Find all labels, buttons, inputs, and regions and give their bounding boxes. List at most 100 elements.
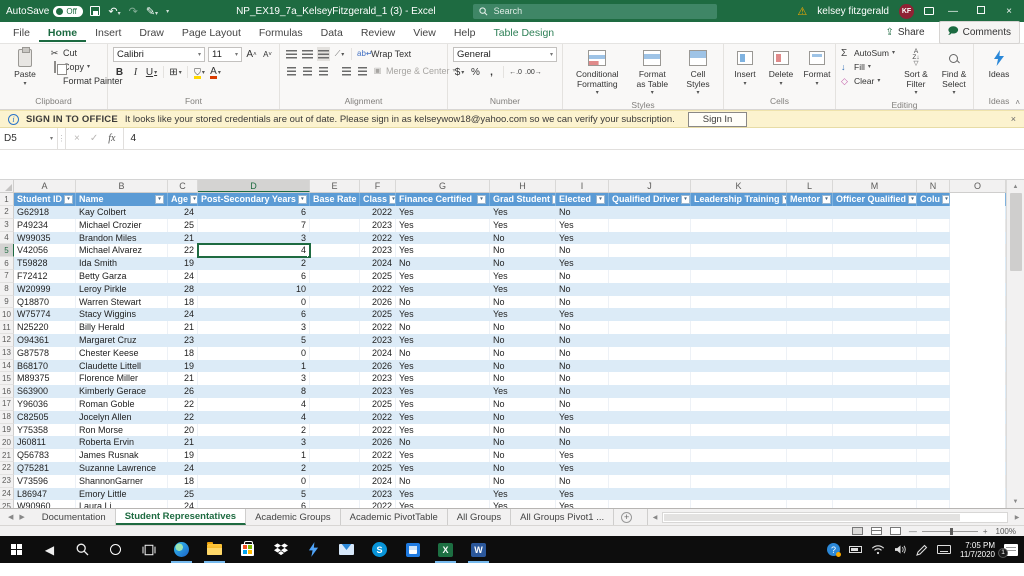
- cell[interactable]: 10: [198, 283, 310, 296]
- cell[interactable]: [950, 206, 1006, 219]
- cell[interactable]: [917, 321, 950, 334]
- cell[interactable]: [950, 283, 1006, 296]
- horizontal-scrollbar[interactable]: ◀ ▶: [647, 509, 1024, 525]
- cell[interactable]: [917, 232, 950, 245]
- cell[interactable]: [787, 308, 833, 321]
- cell[interactable]: 2023: [360, 219, 396, 232]
- mail-taskbar-icon[interactable]: [330, 536, 363, 563]
- column-header-O[interactable]: O: [950, 180, 1006, 192]
- vertical-scroll-thumb[interactable]: [1010, 193, 1022, 271]
- cell[interactable]: J60811: [14, 436, 76, 449]
- cell[interactable]: No: [556, 283, 609, 296]
- cell[interactable]: [917, 436, 950, 449]
- cell[interactable]: [691, 385, 787, 398]
- cell[interactable]: Kay Colbert: [76, 206, 168, 219]
- table-header-elected[interactable]: Elected▾: [556, 193, 609, 206]
- sheet-tab-academic-pivottable[interactable]: Academic PivotTable: [341, 509, 448, 525]
- filter-dropdown-icon[interactable]: ▾: [942, 195, 950, 204]
- cell[interactable]: 2: [198, 462, 310, 475]
- cell[interactable]: No: [556, 244, 609, 257]
- fill-button[interactable]: ↓Fill▾: [841, 62, 895, 73]
- cell[interactable]: L86947: [14, 488, 76, 501]
- cell[interactable]: [950, 385, 1006, 398]
- volume-icon[interactable]: [894, 544, 907, 555]
- cell[interactable]: 3: [198, 232, 310, 245]
- cell[interactable]: 6: [198, 308, 310, 321]
- menu-tab-draw[interactable]: Draw: [130, 24, 173, 42]
- cell[interactable]: 24: [168, 270, 198, 283]
- cell[interactable]: [950, 257, 1006, 270]
- cell[interactable]: [833, 360, 917, 373]
- cell[interactable]: 6: [198, 500, 310, 508]
- cell[interactable]: [609, 398, 691, 411]
- microsoft-store-taskbar-icon[interactable]: [231, 536, 264, 563]
- wifi-icon[interactable]: [871, 544, 885, 555]
- cell[interactable]: [787, 321, 833, 334]
- cell[interactable]: [691, 488, 787, 501]
- cell[interactable]: [917, 500, 950, 508]
- filter-dropdown-icon[interactable]: ▾: [64, 195, 73, 204]
- cell[interactable]: No: [490, 257, 556, 270]
- cell[interactable]: [310, 500, 360, 508]
- cell[interactable]: 5: [198, 488, 310, 501]
- cell[interactable]: [609, 475, 691, 488]
- minimize-button[interactable]: —: [944, 6, 962, 17]
- hscroll-left-icon[interactable]: ◀: [648, 514, 662, 521]
- filter-dropdown-icon[interactable]: ▾: [822, 195, 831, 204]
- cell[interactable]: Yes: [396, 462, 490, 475]
- cell[interactable]: [310, 360, 360, 373]
- cell[interactable]: Yes: [490, 500, 556, 508]
- cell[interactable]: [609, 244, 691, 257]
- increase-decimal-icon[interactable]: ←.0: [509, 65, 522, 79]
- cell[interactable]: Yes: [556, 449, 609, 462]
- cell[interactable]: [917, 334, 950, 347]
- cell[interactable]: No: [396, 475, 490, 488]
- save-icon[interactable]: [90, 6, 100, 16]
- cell[interactable]: [787, 232, 833, 245]
- row-number-20[interactable]: 20: [0, 436, 14, 449]
- cell[interactable]: [787, 257, 833, 270]
- back-button[interactable]: ◀: [33, 536, 66, 563]
- cell[interactable]: James Rusnak: [76, 449, 168, 462]
- cell[interactable]: 3: [198, 321, 310, 334]
- cell[interactable]: Roman Goble: [76, 398, 168, 411]
- sheet-tab-academic-groups[interactable]: Academic Groups: [246, 509, 341, 525]
- undo-icon[interactable]: ↶▾: [108, 5, 120, 18]
- cell[interactable]: 1: [198, 360, 310, 373]
- column-header-E[interactable]: E: [310, 180, 360, 192]
- cell[interactable]: Yes: [490, 308, 556, 321]
- cell[interactable]: Yes: [396, 244, 490, 257]
- clear-button[interactable]: ◇Clear▾: [841, 76, 895, 87]
- cell[interactable]: [609, 206, 691, 219]
- cell[interactable]: [950, 219, 1006, 232]
- sheet-tab-student-representatives[interactable]: Student Representatives: [116, 509, 246, 525]
- cell[interactable]: Ida Smith: [76, 257, 168, 270]
- cell[interactable]: Yes: [396, 360, 490, 373]
- cell[interactable]: No: [556, 475, 609, 488]
- cell[interactable]: 19: [168, 257, 198, 270]
- cell[interactable]: [833, 475, 917, 488]
- user-name[interactable]: kelsey fitzgerald: [817, 6, 889, 17]
- battery-icon[interactable]: [849, 546, 862, 553]
- cell[interactable]: [787, 283, 833, 296]
- cell[interactable]: [917, 206, 950, 219]
- cell[interactable]: No: [556, 334, 609, 347]
- column-header-A[interactable]: A: [14, 180, 76, 192]
- cell[interactable]: [691, 360, 787, 373]
- cell[interactable]: 0: [198, 347, 310, 360]
- cell[interactable]: [833, 500, 917, 508]
- cell[interactable]: No: [556, 436, 609, 449]
- cell[interactable]: [787, 360, 833, 373]
- cell[interactable]: [787, 411, 833, 424]
- cell[interactable]: [917, 449, 950, 462]
- filter-dropdown-icon[interactable]: ▾: [596, 195, 605, 204]
- cell[interactable]: [917, 398, 950, 411]
- cell[interactable]: Yes: [396, 398, 490, 411]
- format-cells-button[interactable]: Format▾: [801, 47, 833, 96]
- cell[interactable]: [950, 411, 1006, 424]
- cell[interactable]: [787, 206, 833, 219]
- font-name-combo[interactable]: Calibri▾: [113, 47, 205, 62]
- cell[interactable]: 25: [168, 488, 198, 501]
- horizontal-scroll-thumb[interactable]: [664, 514, 960, 521]
- cell[interactable]: Yes: [556, 308, 609, 321]
